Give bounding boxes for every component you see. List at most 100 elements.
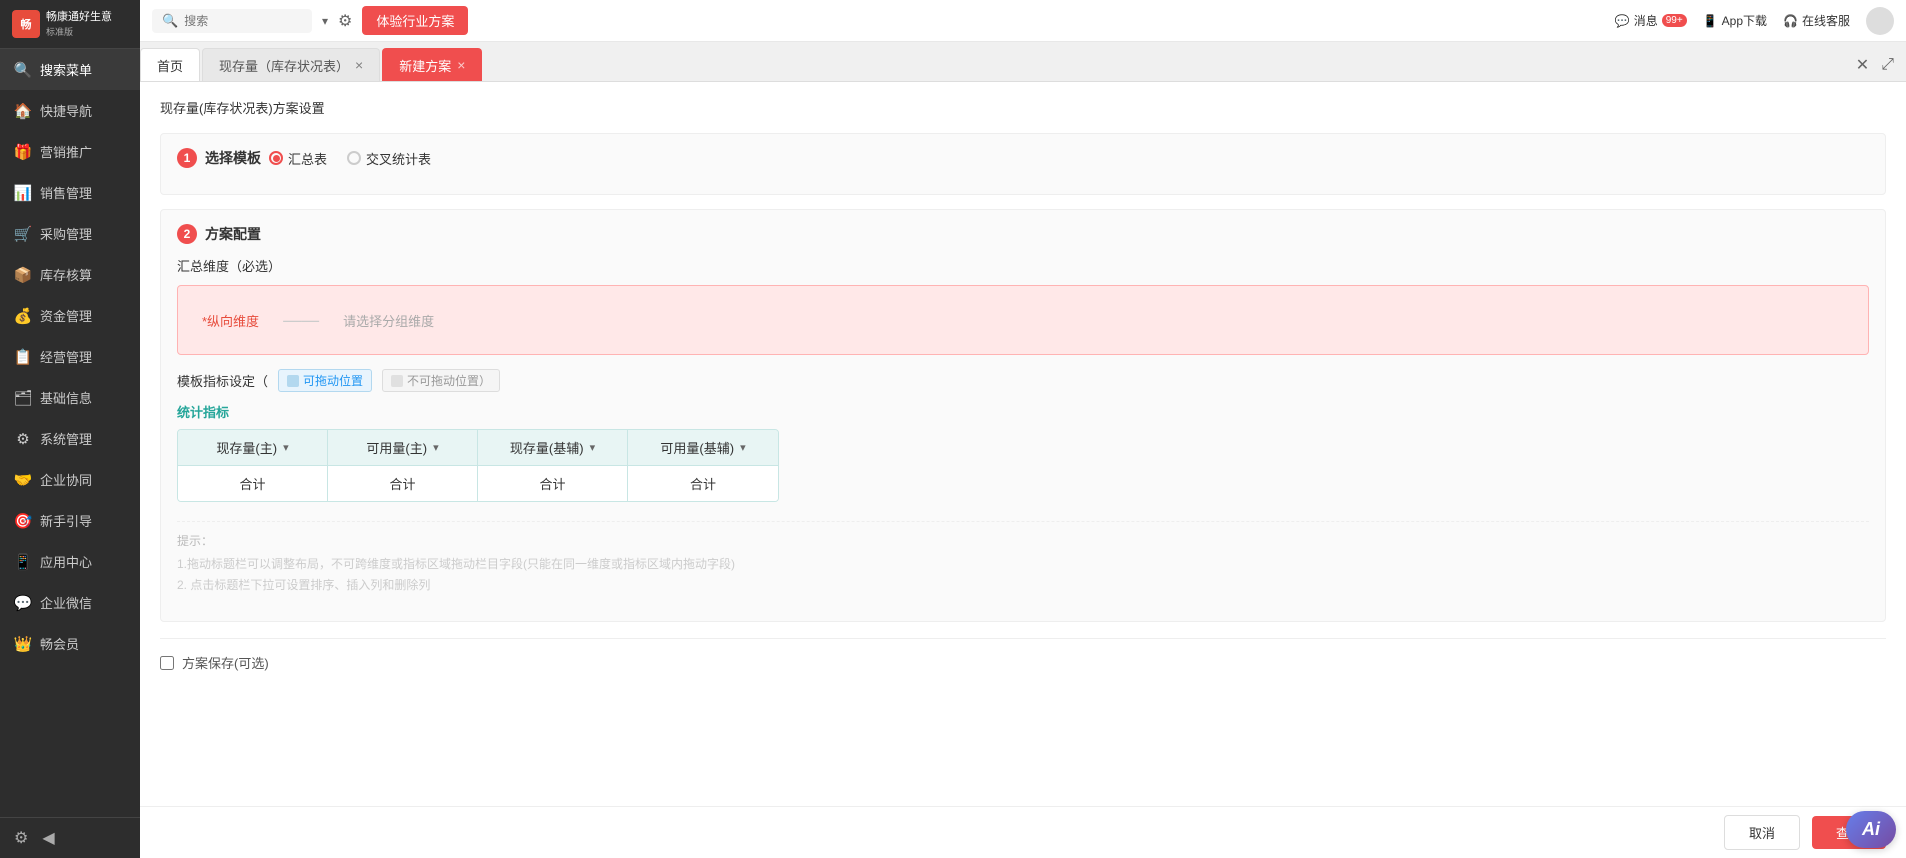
search-nav-icon: 🔍	[14, 61, 32, 79]
sidebar-item-finance[interactable]: 💰 资金管理	[0, 295, 140, 336]
chevron-down-icon-3[interactable]: ▾	[590, 441, 596, 454]
expand-window-icon[interactable]: ⤢	[1877, 52, 1898, 78]
step2-title: 方案配置	[205, 224, 261, 244]
message-area[interactable]: 💬 消息 99+	[1615, 12, 1687, 29]
sidebar-item-label: 应用中心	[40, 552, 92, 571]
cancel-button[interactable]: 取消	[1724, 815, 1800, 850]
summary-dimension-section: 汇总维度（必选） *纵向维度 —— 请选择分组维度	[177, 256, 1869, 355]
chevron-down-icon-2[interactable]: ▾	[433, 441, 439, 454]
sidebar-item-label: 新手引导	[40, 511, 92, 530]
main-area: 🔍 ▾ ⚙ 体验行业方案 💬 消息 99+ 📱 App下载 🎧 在线客服	[140, 0, 1906, 858]
stats-col-1-label: 现存量(主)	[216, 438, 277, 457]
sidebar-item-enterprise[interactable]: 🤝 企业协同	[0, 459, 140, 500]
ai-badge[interactable]: Ai	[1846, 811, 1896, 848]
sidebar-item-system[interactable]: ⚙ 系统管理	[0, 418, 140, 459]
sidebar-item-label: 销售管理	[40, 183, 92, 202]
chevron-down-icon[interactable]: ▾	[283, 441, 289, 454]
sidebar-item-sales[interactable]: 📊 销售管理	[0, 172, 140, 213]
sidebar-item-label: 快捷导航	[40, 101, 92, 120]
sidebar-item-newbie[interactable]: 🎯 新手引导	[0, 500, 140, 541]
stats-col-1: 现存量(主) ▾ 合计	[178, 430, 328, 501]
step1-num: 1	[177, 148, 197, 168]
sidebar-item-basic-info[interactable]: 🗂 基础信息	[0, 377, 140, 418]
sidebar-item-purchase[interactable]: 🛒 采购管理	[0, 213, 140, 254]
stats-table: 现存量(主) ▾ 合计 可用量(主) ▾ 合计	[177, 429, 779, 502]
stats-col-2-body: 合计	[328, 466, 477, 501]
sidebar-item-member[interactable]: 👑 畅会员	[0, 623, 140, 664]
stats-col-2: 可用量(主) ▾ 合计	[328, 430, 478, 501]
phone-icon: 📱	[1703, 14, 1718, 28]
stats-col-3-label: 现存量(基辅)	[510, 438, 584, 457]
stats-col-3-header[interactable]: 现存量(基辅) ▾	[478, 430, 627, 466]
stats-col-2-label: 可用量(主)	[366, 438, 427, 457]
summary-dimension-label: 汇总维度（必选）	[177, 256, 1869, 275]
sidebar-nav: 🔍 搜索菜单 🏠 快捷导航 🎁 营销推广 📊 销售管理 🛒 采购管理 📦 库存核…	[0, 49, 140, 817]
stats-col-1-header[interactable]: 现存量(主) ▾	[178, 430, 327, 466]
sidebar-item-label: 搜索菜单	[40, 60, 92, 79]
sidebar-item-app-center[interactable]: 📱 应用中心	[0, 541, 140, 582]
crown-icon: 👑	[14, 635, 32, 653]
save-checkbox[interactable]	[160, 656, 174, 670]
chevron-down-icon-4[interactable]: ▾	[740, 441, 746, 454]
draggable-tag: 可拖动位置	[278, 369, 372, 392]
tab-inventory-label: 现存量（库存状况表）	[219, 56, 349, 75]
tab-home[interactable]: 首页	[140, 48, 200, 81]
collapse-icon[interactable]: ◀	[42, 828, 54, 848]
sidebar-item-marketing[interactable]: 🎁 营销推广	[0, 131, 140, 172]
sidebar-item-search[interactable]: 🔍 搜索菜单	[0, 49, 140, 90]
user-avatar[interactable]	[1866, 7, 1894, 35]
tab-new-scheme-label: 新建方案	[399, 56, 451, 75]
trial-industry-button[interactable]: 体验行业方案	[362, 6, 468, 35]
tab-new-scheme[interactable]: 新建方案 ×	[382, 48, 482, 81]
tab-new-scheme-close-icon[interactable]: ×	[457, 57, 465, 73]
dimension-divider: ——	[283, 310, 319, 331]
tab-inventory[interactable]: 现存量（库存状况表） ×	[202, 48, 380, 81]
sidebar-item-label: 采购管理	[40, 224, 92, 243]
topbar-right: 💬 消息 99+ 📱 App下载 🎧 在线客服	[1615, 7, 1894, 35]
message-label: 消息	[1634, 12, 1658, 29]
tabbar-btns: ✕ ⤢	[1852, 48, 1906, 81]
sidebar-item-label: 企业协同	[40, 470, 92, 489]
stats-col-4-header[interactable]: 可用量(基辅) ▾	[628, 430, 778, 466]
radio-cross-circle	[347, 151, 361, 165]
app-download-btn[interactable]: 📱 App下载	[1703, 12, 1767, 29]
stats-section: 统计指标 现存量(主) ▾ 合计	[177, 402, 1869, 505]
app-edition: 标准版	[46, 25, 112, 38]
radio-cross[interactable]: 交叉统计表	[347, 149, 431, 168]
settings-icon[interactable]: ⚙	[14, 828, 28, 848]
stats-col-1-body: 合计	[178, 466, 327, 501]
mobile-icon: 📱	[14, 553, 32, 571]
search-input[interactable]	[184, 14, 284, 28]
sidebar-item-operations[interactable]: 📋 经营管理	[0, 336, 140, 377]
online-service-btn[interactable]: 🎧 在线客服	[1783, 12, 1850, 29]
tips-title: 提示：	[177, 532, 1869, 549]
step1-header: 1 选择模板 汇总表 交叉统计表	[177, 148, 1869, 168]
sidebar-item-wechat[interactable]: 💬 企业微信	[0, 582, 140, 623]
sidebar-item-label: 系统管理	[40, 429, 92, 448]
dimension-area: *纵向维度 —— 请选择分组维度	[177, 285, 1869, 355]
stats-col-4-body: 合计	[628, 466, 778, 501]
message-icon: 💬	[1615, 14, 1630, 28]
save-section: 方案保存(可选)	[160, 638, 1886, 672]
topbar-gear-icon[interactable]: ⚙	[338, 11, 352, 31]
close-window-icon[interactable]: ✕	[1852, 51, 1873, 79]
clipboard-icon: 📋	[14, 348, 32, 366]
sidebar-item-inventory[interactable]: 📦 库存核算	[0, 254, 140, 295]
stats-col-2-header[interactable]: 可用量(主) ▾	[328, 430, 477, 466]
topbar-dropdown-icon[interactable]: ▾	[322, 14, 328, 28]
sidebar-item-label: 库存核算	[40, 265, 92, 284]
search-icon: 🔍	[162, 13, 178, 29]
cart-icon: 🛒	[14, 225, 32, 243]
sidebar-item-label: 营销推广	[40, 142, 92, 161]
radio-cross-label: 交叉统计表	[366, 149, 431, 168]
template-radio-group: 汇总表 交叉统计表	[269, 149, 431, 168]
target-icon: 🎯	[14, 512, 32, 530]
headset-icon: 🎧	[1783, 14, 1798, 28]
radio-summary[interactable]: 汇总表	[269, 149, 327, 168]
indicator-settings: 模板指标设定（ 可拖动位置 不可拖动位置） 统计指标	[177, 369, 1869, 505]
sidebar-item-quicknav[interactable]: 🏠 快捷导航	[0, 90, 140, 131]
save-label: 方案保存(可选)	[182, 653, 269, 672]
sidebar-item-label: 经营管理	[40, 347, 92, 366]
dimension-placeholder[interactable]: 请选择分组维度	[343, 311, 434, 330]
tab-inventory-close-icon[interactable]: ×	[355, 57, 363, 73]
